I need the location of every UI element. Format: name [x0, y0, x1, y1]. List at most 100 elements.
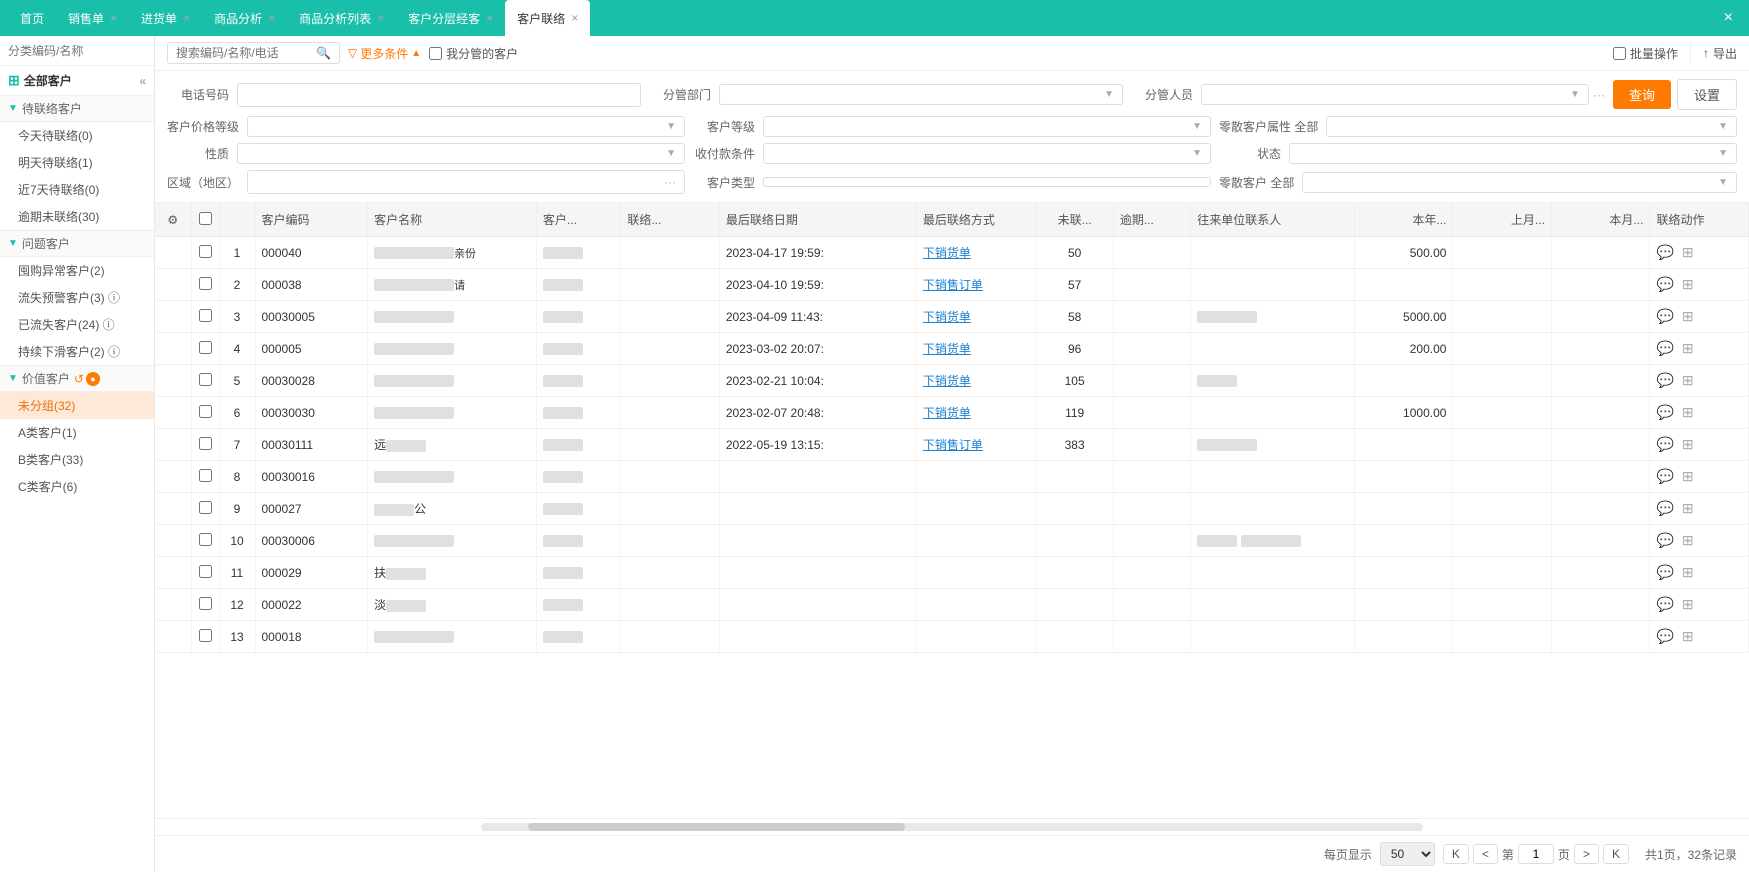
row-checkbox[interactable]	[199, 373, 212, 386]
last-page-button[interactable]: K	[1603, 844, 1629, 864]
search-icon[interactable]: 🔍	[316, 46, 331, 60]
tab-goods-list-close[interactable]: ×	[377, 11, 384, 25]
sidebar-item-ungrouped[interactable]: 未分组(32)	[0, 392, 154, 419]
more-action-icon[interactable]: ⊞	[1682, 404, 1694, 421]
last-way-link[interactable]: 下销货单	[923, 310, 971, 324]
tab-goods-analysis[interactable]: 商品分析 ×	[202, 0, 287, 36]
message-icon[interactable]: 💬	[1656, 372, 1673, 389]
tab-purchase[interactable]: 进货单 ×	[129, 0, 202, 36]
more-action-icon[interactable]: ⊞	[1682, 340, 1694, 357]
tab-sales[interactable]: 销售单 ×	[56, 0, 129, 36]
more-action-icon[interactable]: ⊞	[1682, 532, 1694, 549]
settings-column-header[interactable]: ⚙	[155, 203, 191, 237]
more-action-icon[interactable]: ⊞	[1682, 596, 1694, 613]
message-icon[interactable]: 💬	[1656, 532, 1673, 549]
dept-select[interactable]: ▼	[719, 84, 1123, 105]
message-icon[interactable]: 💬	[1656, 468, 1673, 485]
row-checkbox[interactable]	[199, 341, 212, 354]
scatter-customer-select[interactable]: ▼	[1302, 172, 1737, 193]
price-level-select[interactable]: ▼	[247, 116, 685, 137]
first-page-button[interactable]: K	[1443, 844, 1469, 864]
scatter-attr-select[interactable]: ▼	[1326, 116, 1737, 137]
message-icon[interactable]: 💬	[1656, 276, 1673, 293]
collapse-button[interactable]: «	[139, 74, 146, 88]
next-page-button[interactable]: >	[1574, 844, 1599, 864]
message-icon[interactable]: 💬	[1656, 404, 1673, 421]
row-checkbox[interactable]	[199, 277, 212, 290]
person-select[interactable]: ▼	[1201, 84, 1589, 105]
sidebar-item-today-pending[interactable]: 今天待联络(0)	[0, 122, 154, 149]
my-customers-checkbox[interactable]	[429, 47, 442, 60]
more-action-icon[interactable]: ⊞	[1682, 500, 1694, 517]
sidebar-item-c-class[interactable]: C类客户(6)	[0, 473, 154, 500]
row-checkbox[interactable]	[199, 533, 212, 546]
more-action-icon[interactable]: ⊞	[1682, 308, 1694, 325]
customer-level-select[interactable]: ▼	[763, 116, 1211, 137]
customer-type-select[interactable]	[763, 177, 1211, 187]
message-icon[interactable]: 💬	[1656, 244, 1673, 261]
pending-section-header[interactable]: ▼ 待联络客户	[0, 95, 154, 122]
more-icon[interactable]: ···	[1593, 88, 1605, 102]
search-input[interactable]	[176, 46, 316, 60]
tab-customer-contact-close[interactable]: ×	[571, 11, 578, 25]
tab-goods-analysis-close[interactable]: ×	[268, 11, 275, 25]
problem-section-header[interactable]: ▼ 问题客户	[0, 230, 154, 257]
tab-goods-list[interactable]: 商品分析列表 ×	[287, 0, 396, 36]
all-customers-header[interactable]: ⊞ 全部客户 «	[0, 66, 154, 95]
more-action-icon[interactable]: ⊞	[1682, 564, 1694, 581]
row-checkbox[interactable]	[199, 405, 212, 418]
message-icon[interactable]: 💬	[1656, 340, 1673, 357]
prev-page-button[interactable]: <	[1473, 844, 1498, 864]
export-button[interactable]: ↑ 导出	[1703, 45, 1737, 62]
more-conditions-button[interactable]: ▽ 更多条件 ▲	[348, 45, 421, 62]
row-checkbox[interactable]	[199, 437, 212, 450]
last-way-link[interactable]: 下销售订单	[923, 438, 983, 452]
settings-icon[interactable]: ⚙	[167, 213, 178, 227]
more-action-icon[interactable]: ⊞	[1682, 436, 1694, 453]
sidebar-item-b-class[interactable]: B类客户(33)	[0, 446, 154, 473]
more-action-icon[interactable]: ⊞	[1682, 372, 1694, 389]
sidebar-item-overdue-pending[interactable]: 逾期未联络(30)	[0, 203, 154, 230]
last-way-link[interactable]: 下销货单	[923, 406, 971, 420]
phone-input[interactable]	[237, 83, 641, 107]
tab-customer-segment-close[interactable]: ×	[486, 11, 493, 25]
nature-select[interactable]: ▼	[237, 143, 685, 164]
batch-checkbox[interactable]	[1613, 47, 1626, 60]
reset-button[interactable]: 设置	[1677, 79, 1737, 110]
tab-sales-close[interactable]: ×	[110, 11, 117, 25]
last-way-link[interactable]: 下销货单	[923, 374, 971, 388]
last-way-link[interactable]: 下销货单	[923, 342, 971, 356]
tab-purchase-close[interactable]: ×	[183, 11, 190, 25]
status-select[interactable]: ▼	[1289, 143, 1737, 164]
more-action-icon[interactable]: ⊞	[1682, 244, 1694, 261]
value-section-header[interactable]: ▼ 价值客户 ↺ ●	[0, 365, 154, 392]
page-number-input[interactable]	[1518, 844, 1554, 864]
last-way-link[interactable]: 下销售订单	[923, 278, 983, 292]
sidebar-item-churn-warning[interactable]: 流失预警客户(3) ⓘ	[0, 284, 154, 311]
batch-ops-button[interactable]: 批量操作	[1613, 45, 1678, 62]
last-way-link[interactable]: 下销货单	[923, 246, 971, 260]
message-icon[interactable]: 💬	[1656, 628, 1673, 645]
my-customers-check[interactable]: 我分管的客户	[429, 45, 518, 62]
more-action-icon[interactable]: ⊞	[1682, 628, 1694, 645]
more-action-icon[interactable]: ⊞	[1682, 468, 1694, 485]
row-checkbox[interactable]	[199, 501, 212, 514]
region-more-icon[interactable]: ···	[664, 175, 676, 189]
tab-customer-segment[interactable]: 客户分层经客 ×	[396, 0, 505, 36]
row-checkbox[interactable]	[199, 629, 212, 642]
sidebar-item-a-class[interactable]: A类客户(1)	[0, 419, 154, 446]
sidebar-item-7days-pending[interactable]: 近7天待联络(0)	[0, 176, 154, 203]
message-icon[interactable]: 💬	[1656, 500, 1673, 517]
select-all-checkbox[interactable]	[199, 212, 212, 225]
tab-home[interactable]: 首页	[8, 0, 56, 36]
close-all-button[interactable]: ×	[1716, 9, 1741, 27]
message-icon[interactable]: 💬	[1656, 308, 1673, 325]
sidebar-item-tomorrow-pending[interactable]: 明天待联络(1)	[0, 149, 154, 176]
message-icon[interactable]: 💬	[1656, 564, 1673, 581]
query-button[interactable]: 查询	[1613, 80, 1671, 109]
sidebar-item-churned[interactable]: 已流失客户(24) ⓘ	[0, 311, 154, 338]
more-action-icon[interactable]: ⊞	[1682, 276, 1694, 293]
row-checkbox[interactable]	[199, 309, 212, 322]
sidebar-search-input[interactable]	[8, 44, 155, 58]
message-icon[interactable]: 💬	[1656, 596, 1673, 613]
